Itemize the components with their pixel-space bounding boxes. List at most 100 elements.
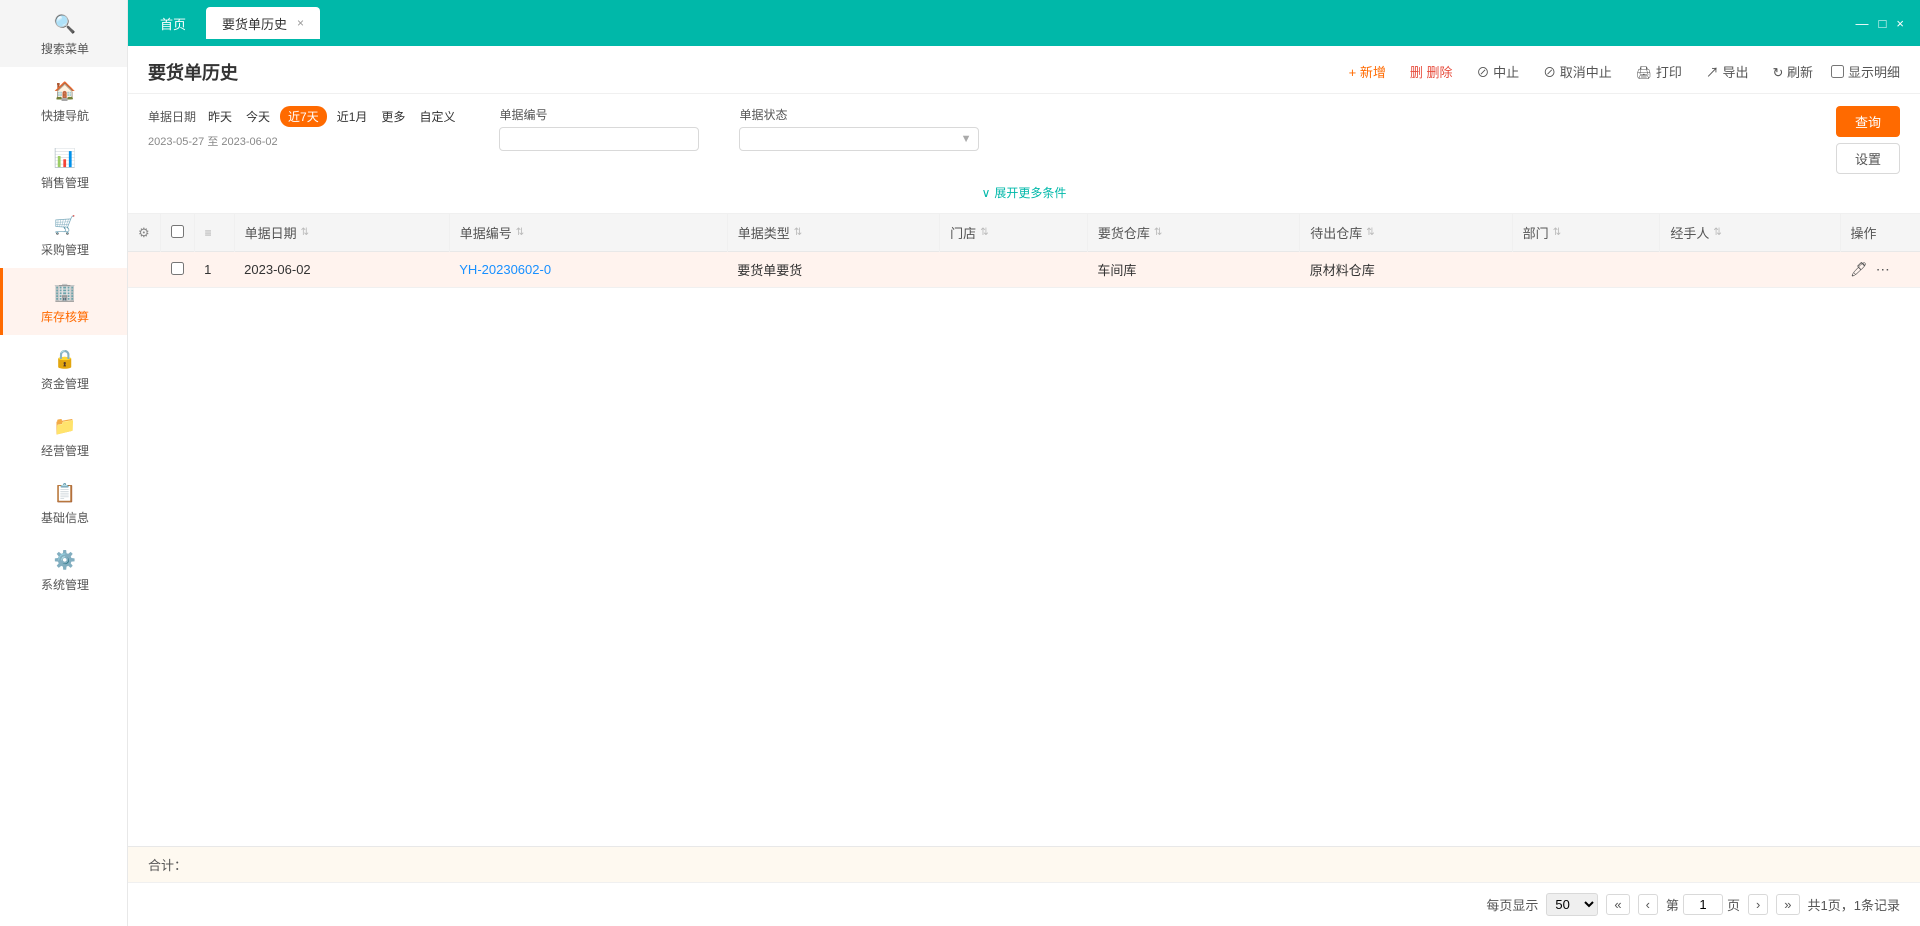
search-menu-icon: 🔍 [54,14,76,35]
tab-active-label: 要货单历史 [222,14,287,33]
sidebar-item-label: 库存核算 [41,308,89,325]
purchase-mgmt-icon: 🛒 [54,215,76,236]
sidebar-item-sales-mgmt[interactable]: 📊 销售管理 [0,134,127,201]
date-label: 单据日期 [148,108,196,125]
date-btn-1month[interactable]: 近1月 [333,107,372,126]
first-page-btn[interactable]: « [1606,894,1629,915]
operations-mgmt-icon: 📁 [54,416,76,437]
filter-area: 单据日期 昨天 今天 近7天 近1月 更多 自定义 2023-05-27 至 2… [128,94,1920,214]
status-label: 单据状态 [739,106,979,123]
sidebar-item-basic-info[interactable]: 📋基础信息 [0,469,127,536]
per-page-select[interactable]: 50 100 200 [1546,893,1598,916]
filter-docno-group: 单据编号 [499,106,699,151]
row-req-warehouse: 车间库 [1087,252,1299,288]
row-store [940,252,1088,288]
sidebar: 🔍搜索菜单🏠快捷导航 📊 销售管理 🛒采购管理🏢库存核算 🔒 资金管理 📁 经营管理 📋基础信息… [0,0,128,926]
page-label-before: 第 [1666,895,1679,914]
filter-date-group: 单据日期 昨天 今天 近7天 近1月 更多 自定义 2023-05-27 至 2… [148,106,459,149]
current-page-input[interactable] [1683,894,1723,915]
sidebar-item-label: 经营管理 [41,442,89,459]
sidebar-item-purchase-mgmt[interactable]: 🛒采购管理 [0,201,127,268]
docno-label: 单据编号 [499,106,699,123]
sort-doctype-icon: ⇅ [794,227,802,238]
next-page-btn[interactable]: › [1748,894,1768,915]
table-head: ⚙ ≡ 单据日期 ⇅ 单据编号 [128,214,1920,252]
th-settings[interactable]: ⚙ [128,214,160,252]
setting-button[interactable]: 设置 [1836,143,1900,174]
th-doctype: 单据类型 ⇅ [727,214,939,252]
row-docno-link[interactable]: YH-20230602-0 [459,262,551,277]
edit-icon[interactable]: 🖊 [1850,261,1868,278]
finance-mgmt-icon: 🔒 [54,349,76,370]
per-page-label: 每页显示 [1486,895,1538,914]
delete-button[interactable]: 删 删除 [1404,58,1459,85]
filter-row: 单据日期 昨天 今天 近7天 近1月 更多 自定义 2023-05-27 至 2… [148,106,1900,174]
delete-btn-label: 删 删除 [1410,62,1453,81]
row-checkbox[interactable] [171,262,184,275]
toolbar: + 新增 删 删除 ⊘ 中止 ⊘ 取消中止 🖨 打印 ↗ 导出 ↻ 刷新 显示明… [1343,58,1900,85]
th-operation: 操作 [1840,214,1920,252]
tab-active[interactable]: 要货单历史 × [206,7,320,39]
th-pending-warehouse: 待出仓库 ⇅ [1300,214,1512,252]
sidebar-item-finance-mgmt[interactable]: 🔒 资金管理 [0,335,127,402]
sort-docno-icon: ⇅ [516,227,524,238]
export-button[interactable]: ↗ 导出 [1700,58,1755,85]
tab-close-icon[interactable]: × [297,16,304,30]
sidebar-item-inventory[interactable]: 🏢库存核算 [0,268,127,335]
table-row: 1 2023-06-02 YH-20230602-0 要货单要货 车间库 原材料… [128,252,1920,288]
sort-handler-icon: ⇅ [1713,227,1721,238]
refresh-button[interactable]: ↻ 刷新 [1766,58,1819,85]
prev-page-btn[interactable]: ‹ [1638,894,1658,915]
page-title: 要货单历史 [148,59,238,85]
summary-label: 合计： [148,858,187,873]
window-maximize-btn[interactable]: □ [1879,16,1887,31]
more-icon[interactable]: ⋯ [1876,261,1890,278]
expand-more-btn[interactable]: ∨ 展开更多条件 [148,184,1900,201]
topbar: 首页 要货单历史 × — □ × [128,0,1920,46]
th-department: 部门 ⇅ [1512,214,1660,252]
docno-input[interactable] [499,127,699,151]
sales-mgmt-icon: 📊 [54,148,76,169]
cancel-stop-button[interactable]: ⊘ 取消中止 [1537,58,1618,85]
sidebar-item-label: 资金管理 [41,375,89,392]
row-operation: 🖊 ⋯ [1840,252,1920,288]
query-button[interactable]: 查询 [1836,106,1900,137]
row-checkbox-cell [160,252,194,288]
footer-summary: 合计： [128,846,1920,882]
quick-nav-icon: 🏠 [54,81,76,102]
sidebar-item-label: 销售管理 [41,174,89,191]
page-info: 第 页 [1666,894,1740,915]
last-page-btn[interactable]: » [1776,894,1799,915]
date-btn-custom[interactable]: 自定义 [415,107,459,126]
show-detail-label: 显示明细 [1848,62,1900,81]
show-detail-toggle[interactable]: 显示明细 [1831,62,1900,81]
row-settings [128,252,160,288]
date-btn-yesterday[interactable]: 昨天 [204,107,236,126]
date-btn-7days[interactable]: 近7天 [280,106,327,127]
sidebar-item-search-menu[interactable]: 🔍搜索菜单 [0,0,127,67]
select-all-checkbox[interactable] [171,225,184,238]
window-close-btn[interactable]: × [1896,16,1904,31]
date-btn-group: 昨天 今天 近7天 近1月 更多 自定义 [204,106,459,127]
status-select[interactable] [739,127,979,151]
filter-status-group: 单据状态 ▼ [739,106,979,151]
row-department [1512,252,1660,288]
sidebar-item-quick-nav[interactable]: 🏠快捷导航 [0,67,127,134]
page-label: 页 [1727,895,1740,914]
new-button[interactable]: + 新增 [1343,58,1392,85]
print-button[interactable]: 🖨 打印 [1630,58,1688,85]
topbar-right: — □ × [1856,16,1904,31]
sidebar-item-label: 系统管理 [41,576,89,593]
table-area: ⚙ ≡ 单据日期 ⇅ 单据编号 [128,214,1920,846]
sidebar-item-operations-mgmt[interactable]: 📁 经营管理 [0,402,127,469]
system-mgmt-icon: ⚙️ [54,550,76,571]
date-btn-more[interactable]: 更多 [377,107,409,126]
date-btn-today[interactable]: 今天 [242,107,274,126]
tab-home[interactable]: 首页 [144,7,202,39]
sidebar-item-system-mgmt[interactable]: ⚙️ 系统管理 [0,536,127,603]
th-req-warehouse: 要货仓库 ⇅ [1087,214,1299,252]
th-store: 门店 ⇅ [940,214,1088,252]
window-minimize-btn[interactable]: — [1856,16,1869,31]
stop-button[interactable]: ⊘ 中止 [1470,58,1525,85]
show-detail-checkbox[interactable] [1831,65,1844,78]
